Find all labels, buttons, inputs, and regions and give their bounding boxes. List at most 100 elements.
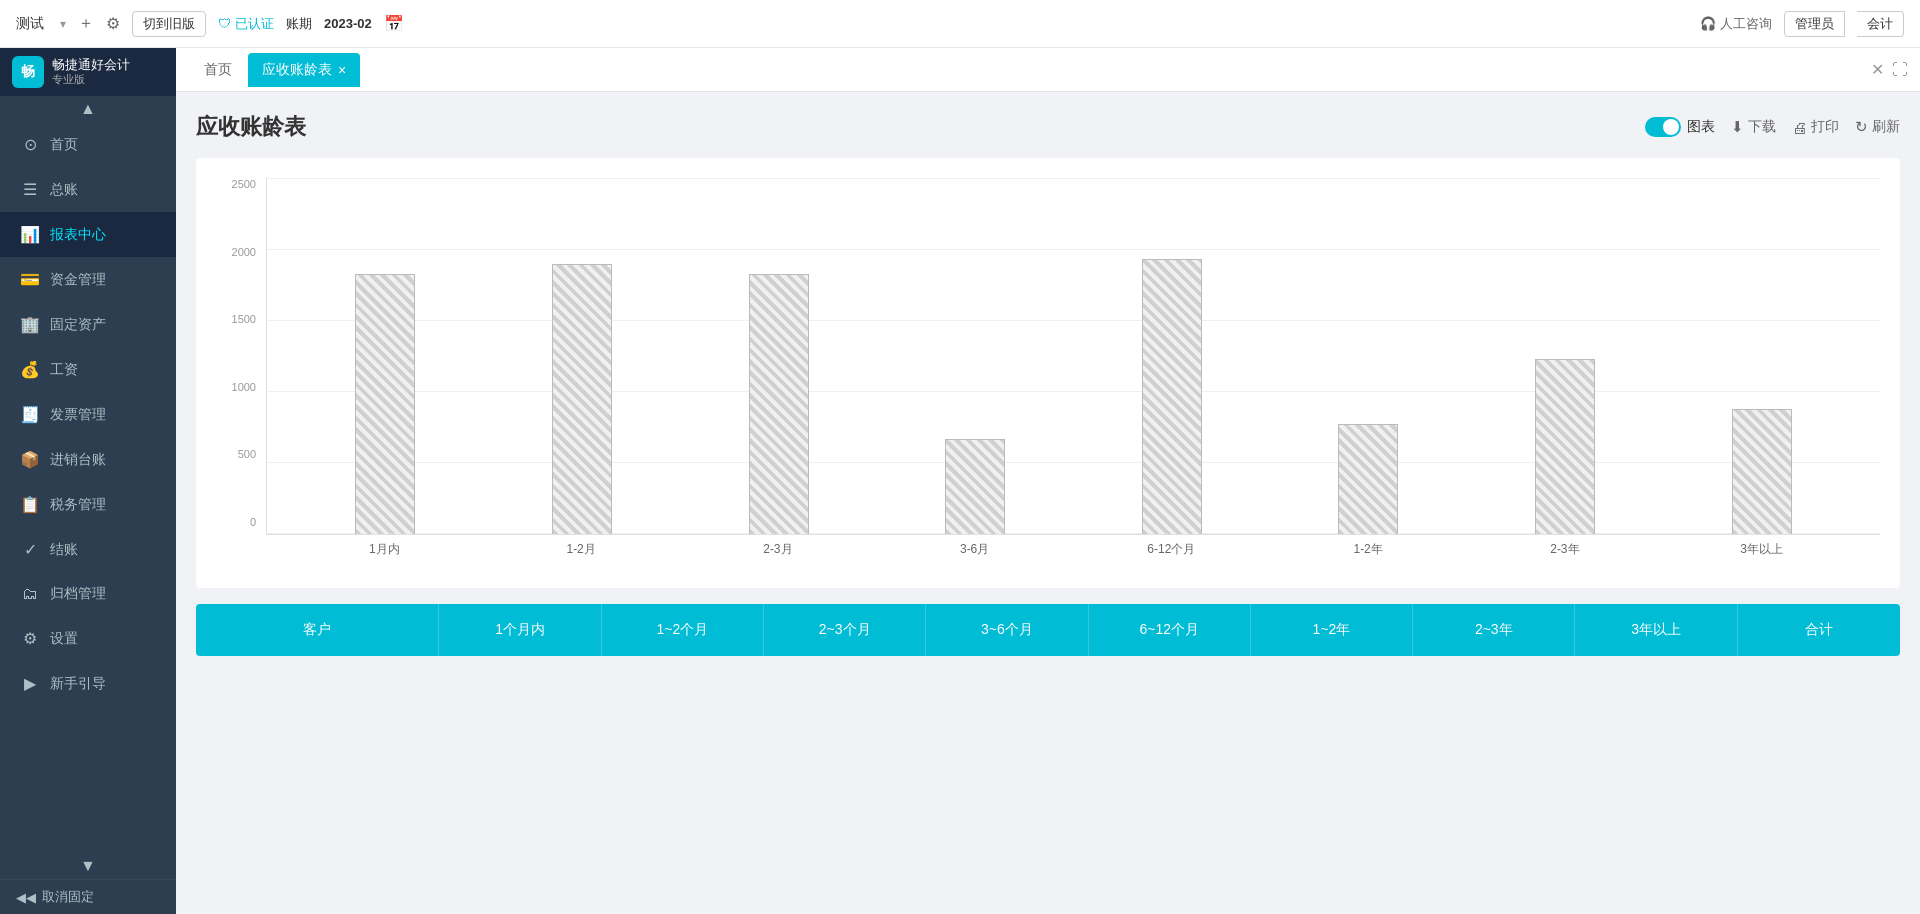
sidebar-item-funds[interactable]: 💳 资金管理 [0, 257, 176, 302]
dropdown-arrow-icon[interactable]: ▾ [60, 17, 66, 31]
tab-close-button[interactable]: × [338, 62, 346, 78]
consultant-button[interactable]: 🎧 人工咨询 [1700, 15, 1772, 33]
bar-1-2year [1338, 424, 1398, 534]
sidebar-item-invoice[interactable]: 🧾 发票管理 [0, 392, 176, 437]
chart-toggle[interactable]: 图表 [1645, 117, 1715, 137]
tab-window-controls: ✕ ⛶ [1871, 60, 1908, 79]
refresh-icon: ↻ [1855, 118, 1868, 136]
tab-home[interactable]: 首页 [188, 51, 248, 89]
sidebar-item-guide[interactable]: ▶ 新手引导 [0, 661, 176, 706]
bars-container [267, 178, 1880, 534]
logo-char: 畅 [21, 63, 35, 81]
sidebar-item-label: 进销台账 [50, 451, 106, 469]
consultant-label: 人工咨询 [1720, 15, 1772, 33]
x-label-1-2year: 1-2年 [1270, 541, 1467, 558]
th-1month: 1个月内 [439, 604, 601, 656]
logo-text-block: 畅捷通好会计 专业版 [52, 57, 130, 88]
print-button[interactable]: 🖨 打印 [1792, 118, 1839, 136]
refresh-button[interactable]: ↻ 刷新 [1855, 118, 1900, 136]
y-label-0: 0 [216, 516, 256, 528]
tax-icon: 📋 [20, 495, 40, 514]
scroll-down-button[interactable]: ▼ [0, 853, 176, 879]
x-label-1month: 1月内 [286, 541, 483, 558]
bar-1month [355, 274, 415, 534]
role-accountant-button[interactable]: 会计 [1857, 11, 1904, 37]
bar-group-3plus-year [1663, 409, 1860, 534]
sidebar-item-home[interactable]: ⊙ 首页 [0, 122, 176, 167]
th-3plus-year: 3年以上 [1575, 604, 1737, 656]
sidebar-item-closing[interactable]: ✓ 结账 [0, 527, 176, 572]
close-window-button[interactable]: ✕ [1871, 60, 1884, 79]
sidebar-item-ledger[interactable]: ☰ 总账 [0, 167, 176, 212]
tab-receivable-aging[interactable]: 应收账龄表 × [248, 53, 360, 87]
bar-group-2-3month [680, 274, 877, 534]
sidebar-item-reports[interactable]: 📊 报表中心 [0, 212, 176, 257]
content-area: 首页 应收账龄表 × ✕ ⛶ 应收账龄表 [176, 48, 1920, 914]
sidebar-scroll: ⊙ 首页 ☰ 总账 📊 报表中心 💳 资金管理 🏢 固定资产 💰 工资 [0, 122, 176, 853]
th-customer: 客户 [196, 604, 439, 656]
sidebar-item-trade[interactable]: 📦 进销台账 [0, 437, 176, 482]
sidebar-item-label: 结账 [50, 541, 78, 559]
app-edition: 专业版 [52, 72, 130, 87]
th-1-2year: 1~2年 [1251, 604, 1413, 656]
calendar-icon[interactable]: 📅 [384, 14, 404, 33]
role-manager-button[interactable]: 管理员 [1784, 11, 1845, 37]
sidebar-logo: 畅 畅捷通好会计 专业版 [0, 48, 176, 96]
project-name: 测试 [16, 15, 44, 33]
bar-1-2month [552, 264, 612, 534]
scroll-up-button[interactable]: ▲ [0, 96, 176, 122]
th-2-3month: 2~3个月 [764, 604, 926, 656]
x-label-2-3month: 2-3月 [680, 541, 877, 558]
bar-group-6-12month [1074, 259, 1271, 534]
maximize-window-button[interactable]: ⛶ [1892, 61, 1908, 79]
th-1-2month: 1~2个月 [602, 604, 764, 656]
settings-icon[interactable]: ⚙ [106, 14, 120, 33]
sidebar-item-assets[interactable]: 🏢 固定资产 [0, 302, 176, 347]
certified-badge: 🛡 已认证 [218, 15, 274, 33]
report-title: 应收账龄表 [196, 112, 1645, 142]
add-tab-icon[interactable]: ＋ [78, 13, 94, 34]
switch-old-version-button[interactable]: 切到旧版 [132, 11, 206, 37]
invoice-icon: 🧾 [20, 405, 40, 424]
bar-chart: 0 500 1000 1500 2000 2500 [216, 178, 1880, 558]
bar-6-12month [1142, 259, 1202, 534]
sidebar-item-tax[interactable]: 📋 税务管理 [0, 482, 176, 527]
th-total: 合计 [1738, 604, 1900, 656]
bar-group-1-2year [1270, 424, 1467, 534]
sidebar-item-label: 新手引导 [50, 675, 106, 693]
trade-icon: 📦 [20, 450, 40, 469]
funds-icon: 💳 [20, 270, 40, 289]
chart-inner: 1月内 1-2月 2-3月 3-6月 6-12个月 1-2年 2-3年 3年以上 [266, 178, 1880, 558]
chart-y-labels: 0 500 1000 1500 2000 2500 [216, 178, 256, 528]
cancel-fixed-button[interactable]: ◀◀ 取消固定 [0, 879, 176, 914]
salary-icon: 💰 [20, 360, 40, 379]
chart-x-labels: 1月内 1-2月 2-3月 3-6月 6-12个月 1-2年 2-3年 3年以上 [266, 535, 1880, 558]
x-label-3-6month: 3-6月 [876, 541, 1073, 558]
cancel-fixed-icon: ◀◀ [16, 890, 36, 905]
archive-icon: 🗂 [20, 585, 40, 603]
settings-nav-icon: ⚙ [20, 629, 40, 648]
sidebar: 畅 畅捷通好会计 专业版 ▲ ⊙ 首页 ☰ 总账 📊 报表中心 💳 [0, 48, 176, 914]
toggle-track[interactable] [1645, 117, 1681, 137]
x-label-2-3year: 2-3年 [1467, 541, 1664, 558]
download-button[interactable]: ⬇ 下载 [1731, 118, 1776, 136]
x-label-1-2month: 1-2月 [483, 541, 680, 558]
report-header: 应收账龄表 图表 ⬇ 下载 🖨 打印 [196, 112, 1900, 142]
table-container: 客户 1个月内 1~2个月 2~3个月 3~6个月 6~12个月 1~2年 2~… [196, 604, 1900, 656]
bar-2-3month [749, 274, 809, 534]
chart-plot [266, 178, 1880, 535]
sidebar-item-label: 发票管理 [50, 406, 106, 424]
certified-label: 已认证 [235, 15, 274, 33]
y-label-2500: 2500 [216, 178, 256, 190]
bar-group-3-6month [877, 439, 1074, 534]
logo-icon: 畅 [12, 56, 44, 88]
ledger-icon: ☰ [20, 180, 40, 199]
sidebar-item-settings[interactable]: ⚙ 设置 [0, 616, 176, 661]
period-label: 账期 [286, 15, 312, 33]
tab-label: 应收账龄表 [262, 61, 332, 79]
y-label-1500: 1500 [216, 313, 256, 325]
sidebar-item-archive[interactable]: 🗂 归档管理 [0, 572, 176, 616]
sidebar-item-label: 税务管理 [50, 496, 106, 514]
sidebar-item-salary[interactable]: 💰 工资 [0, 347, 176, 392]
tab-bar: 首页 应收账龄表 × ✕ ⛶ [176, 48, 1920, 92]
